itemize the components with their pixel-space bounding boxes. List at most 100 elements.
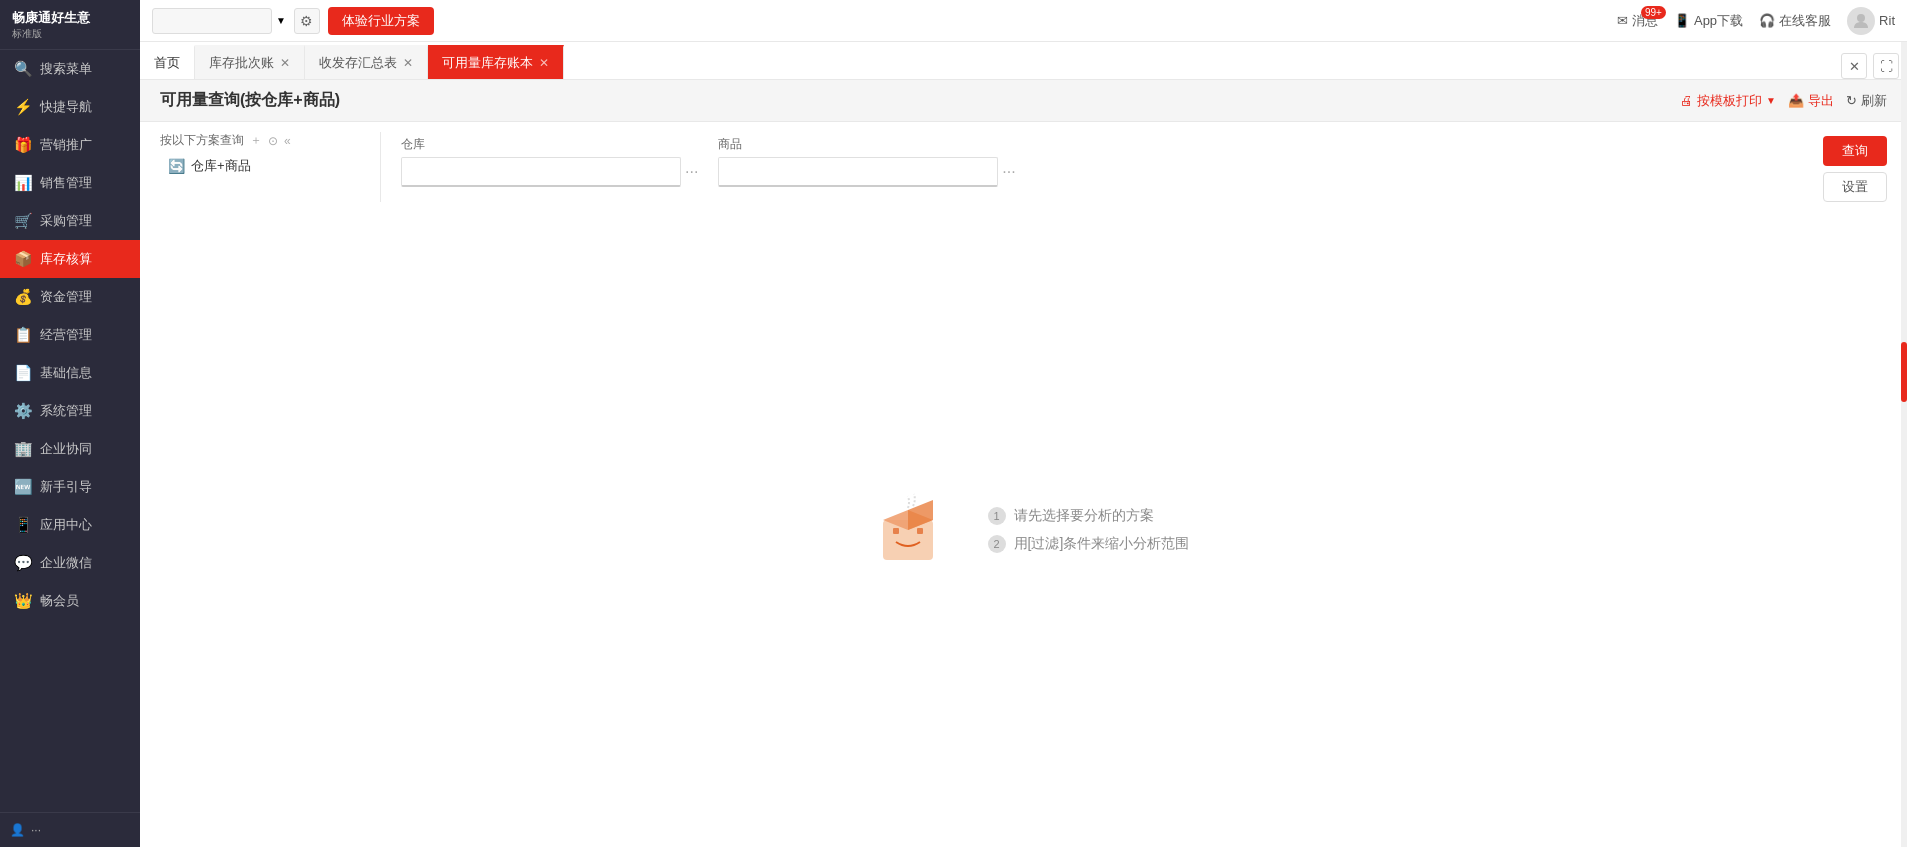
print-button[interactable]: 🖨 按模板打印 ▼ (1680, 92, 1776, 110)
sidebar-item-operations[interactable]: 📋 经营管理 (0, 316, 140, 354)
operations-icon: 📋 (14, 326, 32, 344)
tab-available-close[interactable]: ✕ (539, 56, 549, 70)
filter-area: 按以下方案查询 ＋ ⊙ « 🔄 仓库+商品 仓库 ··· (140, 122, 1907, 212)
chevron-down-icon[interactable]: ▼ (276, 15, 286, 26)
page-header: 可用量查询(按仓库+商品) 🖨 按模板打印 ▼ 📤 导出 ↻ 刷新 (140, 80, 1907, 122)
online-support-label: 在线客服 (1779, 12, 1831, 30)
collapse-icon[interactable]: « (284, 134, 291, 148)
svg-point-0 (1857, 14, 1865, 22)
sidebar-nav: 🔍 搜索菜单 ⚡ 快捷导航 🎁 营销推广 📊 销售管理 🛒 采购管理 📦 库存核… (0, 50, 140, 812)
sidebar-item-enterprise[interactable]: 🏢 企业协同 (0, 430, 140, 468)
avatar (1847, 7, 1875, 35)
basic-icon: 📄 (14, 364, 32, 382)
tab-home[interactable]: 首页 (140, 45, 195, 79)
page-title: 可用量查询(按仓库+商品) (160, 90, 340, 111)
empty-tip-2-text: 用[过滤]条件来缩小分析范围 (1014, 535, 1190, 553)
refresh-icon: ↻ (1846, 93, 1857, 108)
scheme-icon: 🔄 (168, 158, 185, 174)
tabs-bar: 首页 库存批次账 ✕ 收发存汇总表 ✕ 可用量库存账本 ✕ ✕ ⛶ (140, 42, 1907, 80)
goods-input[interactable] (718, 157, 998, 187)
sidebar-item-label: 资金管理 (40, 288, 92, 306)
user-profile[interactable]: Rit (1847, 7, 1895, 35)
filter-divider (380, 132, 381, 202)
empty-tips: 1 请先选择要分析的方案 2 用[过滤]条件来缩小分析范围 (988, 507, 1190, 553)
sidebar-item-finance[interactable]: 💰 资金管理 (0, 278, 140, 316)
app-download-button[interactable]: 📱 App下载 (1674, 12, 1743, 30)
page-header-actions: 🖨 按模板打印 ▼ 📤 导出 ↻ 刷新 (1680, 92, 1887, 110)
tab-batch[interactable]: 库存批次账 ✕ (195, 45, 305, 79)
tab-expand-button[interactable]: ⛶ (1873, 53, 1899, 79)
print-icon: 🖨 (1680, 93, 1693, 108)
message-badge: 99+ (1641, 6, 1666, 19)
sidebar-item-shortcut[interactable]: ⚡ 快捷导航 (0, 88, 140, 126)
empty-tip-1-text: 请先选择要分析的方案 (1014, 507, 1154, 525)
sidebar-item-label: 库存核算 (40, 250, 92, 268)
tab-home-label: 首页 (154, 54, 180, 72)
filter-label-text: 按以下方案查询 (160, 132, 244, 149)
inventory-icon: 📦 (14, 250, 32, 268)
shortcut-icon: ⚡ (14, 98, 32, 116)
sales-icon: 📊 (14, 174, 32, 192)
wechat-icon: 💬 (14, 554, 32, 572)
app-version: 标准版 (12, 27, 128, 41)
message-icon: ✉ (1617, 13, 1628, 28)
query-button[interactable]: 查询 (1823, 136, 1887, 166)
tab-close-current-button[interactable]: ✕ (1841, 53, 1867, 79)
filter-scheme-panel: 按以下方案查询 ＋ ⊙ « 🔄 仓库+商品 (160, 132, 360, 179)
message-button[interactable]: ✉ 消息 99+ (1617, 12, 1658, 30)
system-icon: ⚙️ (14, 402, 32, 420)
scrollbar-thumb[interactable] (1901, 342, 1907, 402)
add-scheme-icon[interactable]: ＋ (250, 132, 262, 149)
sidebar-item-system[interactable]: ⚙️ 系统管理 (0, 392, 140, 430)
sidebar-item-sales[interactable]: 📊 销售管理 (0, 164, 140, 202)
right-scrollbar[interactable] (1901, 42, 1907, 847)
print-chevron-icon: ▼ (1766, 95, 1776, 106)
tab-batch-close[interactable]: ✕ (280, 56, 290, 70)
sidebar-logo: 畅康通好生意 标准版 (0, 0, 140, 50)
tab-summary-label: 收发存汇总表 (319, 54, 397, 72)
topbar-search-area: ▼ (152, 8, 286, 34)
sidebar-item-newguide[interactable]: 🆕 新手引导 (0, 468, 140, 506)
empty-tip-1: 1 请先选择要分析的方案 (988, 507, 1190, 525)
tab-available[interactable]: 可用量库存账本 ✕ (428, 45, 564, 79)
sidebar-item-purchase[interactable]: 🛒 采购管理 (0, 202, 140, 240)
settings-scheme-icon[interactable]: ⊙ (268, 134, 278, 148)
scheme-label: 仓库+商品 (191, 157, 251, 175)
svg-rect-4 (893, 528, 899, 534)
goods-more-icon[interactable]: ··· (1002, 163, 1015, 181)
industry-solution-button[interactable]: 体验行业方案 (328, 7, 434, 35)
online-support-button[interactable]: 🎧 在线客服 (1759, 12, 1831, 30)
settings-button[interactable]: 设置 (1823, 172, 1887, 202)
search-input[interactable] (152, 8, 272, 34)
appcenter-icon: 📱 (14, 516, 32, 534)
print-label: 按模板打印 (1697, 92, 1762, 110)
tab-available-label: 可用量库存账本 (442, 54, 533, 72)
tab-summary[interactable]: 收发存汇总表 ✕ (305, 45, 428, 79)
export-button[interactable]: 📤 导出 (1788, 92, 1834, 110)
main-content: ▼ ⚙ 体验行业方案 ✉ 消息 99+ 📱 App下载 🎧 在线客服 (140, 0, 1907, 847)
sidebar-item-inventory[interactable]: 📦 库存核算 (0, 240, 140, 278)
sidebar-item-member[interactable]: 👑 畅会员 (0, 582, 140, 620)
svg-rect-5 (917, 528, 923, 534)
sidebar-item-appcenter[interactable]: 📱 应用中心 (0, 506, 140, 544)
warehouse-input[interactable] (401, 157, 681, 187)
sidebar-item-marketing[interactable]: 🎁 营销推广 (0, 126, 140, 164)
sidebar-item-wechat[interactable]: 💬 企业微信 (0, 544, 140, 582)
filter-actions: 查询 设置 (1823, 132, 1887, 202)
topbar-gear-button[interactable]: ⚙ (294, 8, 320, 34)
tab-batch-label: 库存批次账 (209, 54, 274, 72)
page-content: 可用量查询(按仓库+商品) 🖨 按模板打印 ▼ 📤 导出 ↻ 刷新 (140, 80, 1907, 847)
search-icon: 🔍 (14, 60, 32, 78)
sidebar-item-search[interactable]: 🔍 搜索菜单 (0, 50, 140, 88)
tab-summary-close[interactable]: ✕ (403, 56, 413, 70)
refresh-button[interactable]: ↻ 刷新 (1846, 92, 1887, 110)
warehouse-more-icon[interactable]: ··· (685, 163, 698, 181)
empty-tip-2: 2 用[过滤]条件来缩小分析范围 (988, 535, 1190, 553)
filter-label: 按以下方案查询 ＋ ⊙ « (160, 132, 360, 149)
mobile-icon: 📱 (1674, 13, 1690, 28)
scheme-warehouse-goods[interactable]: 🔄 仓库+商品 (160, 153, 360, 179)
sidebar-item-basic[interactable]: 📄 基础信息 (0, 354, 140, 392)
sidebar: 畅康通好生意 标准版 🔍 搜索菜单 ⚡ 快捷导航 🎁 营销推广 📊 销售管理 🛒… (0, 0, 140, 847)
topbar-right: ✉ 消息 99+ 📱 App下载 🎧 在线客服 Rit (1617, 7, 1895, 35)
sidebar-item-label: 基础信息 (40, 364, 92, 382)
